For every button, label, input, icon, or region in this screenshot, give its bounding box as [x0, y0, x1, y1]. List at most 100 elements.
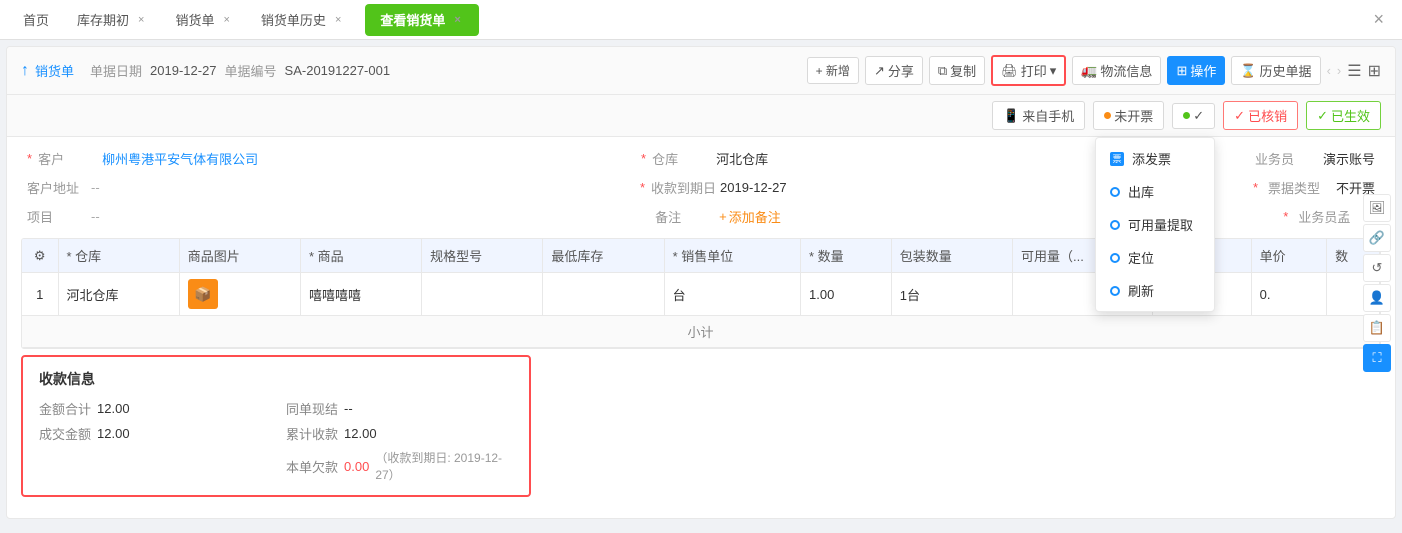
- transaction-row: 成交金额 12.00: [39, 424, 266, 443]
- invoice-label: 未开票: [1114, 106, 1153, 125]
- dropdown-available[interactable]: 可用量提取: [1096, 208, 1214, 241]
- check-label: ✓: [1193, 108, 1204, 124]
- right-tool-rotate[interactable]: ↺: [1363, 254, 1391, 282]
- available-icon: [1110, 220, 1120, 230]
- staff-field: 业务员 演示账号: [1255, 149, 1375, 168]
- rotate-icon: ↺: [1372, 260, 1383, 276]
- print-icon: 🖨: [1001, 63, 1018, 79]
- tab-sales-close[interactable]: ×: [220, 13, 232, 27]
- balance-value: 0.00: [344, 459, 369, 474]
- tab-home[interactable]: 首页: [10, 4, 62, 36]
- effect-status-button[interactable]: ✓ 已生效: [1306, 101, 1381, 130]
- dropdown-add-invoice[interactable]: 票 添发票: [1096, 142, 1214, 175]
- nav-next-icon[interactable]: ›: [1337, 63, 1341, 78]
- add-invoice-icon: 票: [1110, 152, 1124, 166]
- staff2-label: 业务员孟: [1298, 207, 1358, 226]
- tab-history-label: 销货单历史: [261, 10, 326, 29]
- truck-icon: 🚛: [1081, 63, 1097, 79]
- col-gear: ⚙: [22, 239, 58, 273]
- dropdown-refresh[interactable]: 刷新: [1096, 274, 1214, 307]
- tab-inventory-init[interactable]: 库存期初 ×: [64, 4, 160, 36]
- link-icon: 🔗: [1369, 230, 1385, 246]
- layout-icon1[interactable]: ☰: [1347, 61, 1361, 81]
- history-button[interactable]: ⌛ 历史单据: [1231, 56, 1320, 85]
- operation-button[interactable]: ⊞ 操作: [1167, 56, 1225, 85]
- action-row: 📱 来自手机 未开票 ✓ ✓ 已核销 ✓ 已生效: [7, 95, 1395, 137]
- warehouse-label: 仓库: [652, 149, 712, 168]
- row-product: 嘻嘻嘻嘻: [300, 273, 421, 316]
- payment-date-value: 2019-12-27: [720, 180, 787, 195]
- check-dot: [1183, 112, 1190, 119]
- ticket-field: * 票据类型 不开票: [1253, 178, 1375, 197]
- tab-view-sales[interactable]: 查看销货单 ×: [365, 4, 478, 36]
- col-product: * 商品: [300, 239, 421, 273]
- add-invoice-label: 添发票: [1132, 149, 1171, 168]
- cancel-status-button[interactable]: ✓ 已核销: [1223, 101, 1298, 130]
- date-label: 单据日期: [90, 61, 142, 80]
- project-label: 项目: [27, 207, 87, 226]
- print-dropdown-icon: ▾: [1050, 63, 1057, 79]
- right-tool-expand[interactable]: ⛶: [1363, 344, 1391, 372]
- check-button[interactable]: ✓: [1172, 103, 1215, 129]
- tab-history-close[interactable]: ×: [332, 13, 344, 27]
- staff2-required: *: [1283, 209, 1288, 224]
- cumulative-value: 12.00: [344, 426, 377, 441]
- row-unit: 台: [664, 273, 800, 316]
- settlement-value: --: [344, 401, 353, 416]
- phone-button[interactable]: 📱 来自手机: [992, 101, 1085, 130]
- col-min-stock: 最低库存: [543, 239, 664, 273]
- row-pack: 1台: [891, 273, 1012, 316]
- staff-label: 业务员: [1255, 149, 1315, 168]
- logistics-button[interactable]: 🚛 物流信息: [1072, 56, 1161, 85]
- warehouse-required: *: [641, 151, 646, 166]
- row-warehouse: 河北仓库: [58, 273, 179, 316]
- cancel-icon: ✓: [1234, 108, 1245, 124]
- window-close-button[interactable]: ×: [1365, 9, 1392, 30]
- available-label: 可用量提取: [1128, 215, 1193, 234]
- doc-header: ↑ 销货单 单据日期 2019-12-27 单据编号 SA-20191227-0…: [7, 47, 1395, 95]
- nav-prev-icon[interactable]: ‹: [1327, 63, 1331, 78]
- settlement-label: 同单现结: [286, 399, 338, 418]
- locate-label: 定位: [1128, 248, 1154, 267]
- cumulative-row: 累计收款 12.00: [286, 424, 513, 443]
- right-tool-link[interactable]: 🔗: [1363, 224, 1391, 252]
- add-note-button[interactable]: + 添加备注: [719, 207, 781, 226]
- tab-home-label: 首页: [23, 10, 49, 29]
- copy-button[interactable]: ⧉ 复制: [929, 56, 985, 85]
- add-note-icon: +: [719, 209, 727, 224]
- history-label: 历史单据: [1260, 61, 1312, 80]
- col-quantity: * 数量: [801, 239, 892, 273]
- cancel-label: 已核销: [1248, 106, 1287, 125]
- balance-row: 本单欠款 0.00 （收款到期日: 2019-12-27）: [286, 449, 513, 483]
- right-tool-image[interactable]: 🖼: [1363, 194, 1391, 222]
- phone-label: 来自手机: [1022, 106, 1074, 125]
- tab-view-close[interactable]: ×: [451, 13, 463, 27]
- row-spec: [422, 273, 543, 316]
- ticket-label: 票据类型: [1268, 178, 1328, 197]
- dropdown-outbound[interactable]: 出库: [1096, 175, 1214, 208]
- balance-label: 本单欠款: [286, 457, 338, 476]
- right-tool-user[interactable]: 👤: [1363, 284, 1391, 312]
- row-index: 1: [22, 273, 58, 316]
- tab-inventory-label: 库存期初: [77, 10, 129, 29]
- invoice-button[interactable]: 未开票: [1093, 101, 1164, 130]
- right-tools: 🖼 🔗 ↺ 👤 📋 ⛶: [1359, 190, 1395, 376]
- layout-icon2[interactable]: ⊞: [1368, 61, 1381, 81]
- right-tool-doc[interactable]: 📋: [1363, 314, 1391, 342]
- doc-title-text: 销货单: [35, 61, 74, 80]
- operation-dropdown: 票 添发票 出库 可用量提取 定位 刷新: [1095, 137, 1215, 312]
- main-area: ↑ 销货单 单据日期 2019-12-27 单据编号 SA-20191227-0…: [6, 46, 1396, 519]
- print-button[interactable]: 🖨 打印 ▾: [991, 55, 1066, 86]
- ticket-required: *: [1253, 180, 1258, 195]
- col-spec: 规格型号: [422, 239, 543, 273]
- new-button[interactable]: + 新增: [807, 57, 859, 84]
- invoice-status-dot: [1104, 112, 1111, 119]
- toolbar: + 新增 ↗ 分享 ⧉ 复制 🖨 打印 ▾ 🚛 物流信息 ⊞ 操作: [807, 55, 1381, 86]
- row-price: 0.: [1251, 273, 1327, 316]
- share-button[interactable]: ↗ 分享: [865, 56, 923, 85]
- dropdown-locate[interactable]: 定位: [1096, 241, 1214, 274]
- tab-sales-label: 销货单: [175, 10, 214, 29]
- tab-sales-order[interactable]: 销货单 ×: [162, 4, 245, 36]
- tab-sales-history[interactable]: 销货单历史 ×: [248, 4, 357, 36]
- tab-inventory-close[interactable]: ×: [135, 13, 147, 27]
